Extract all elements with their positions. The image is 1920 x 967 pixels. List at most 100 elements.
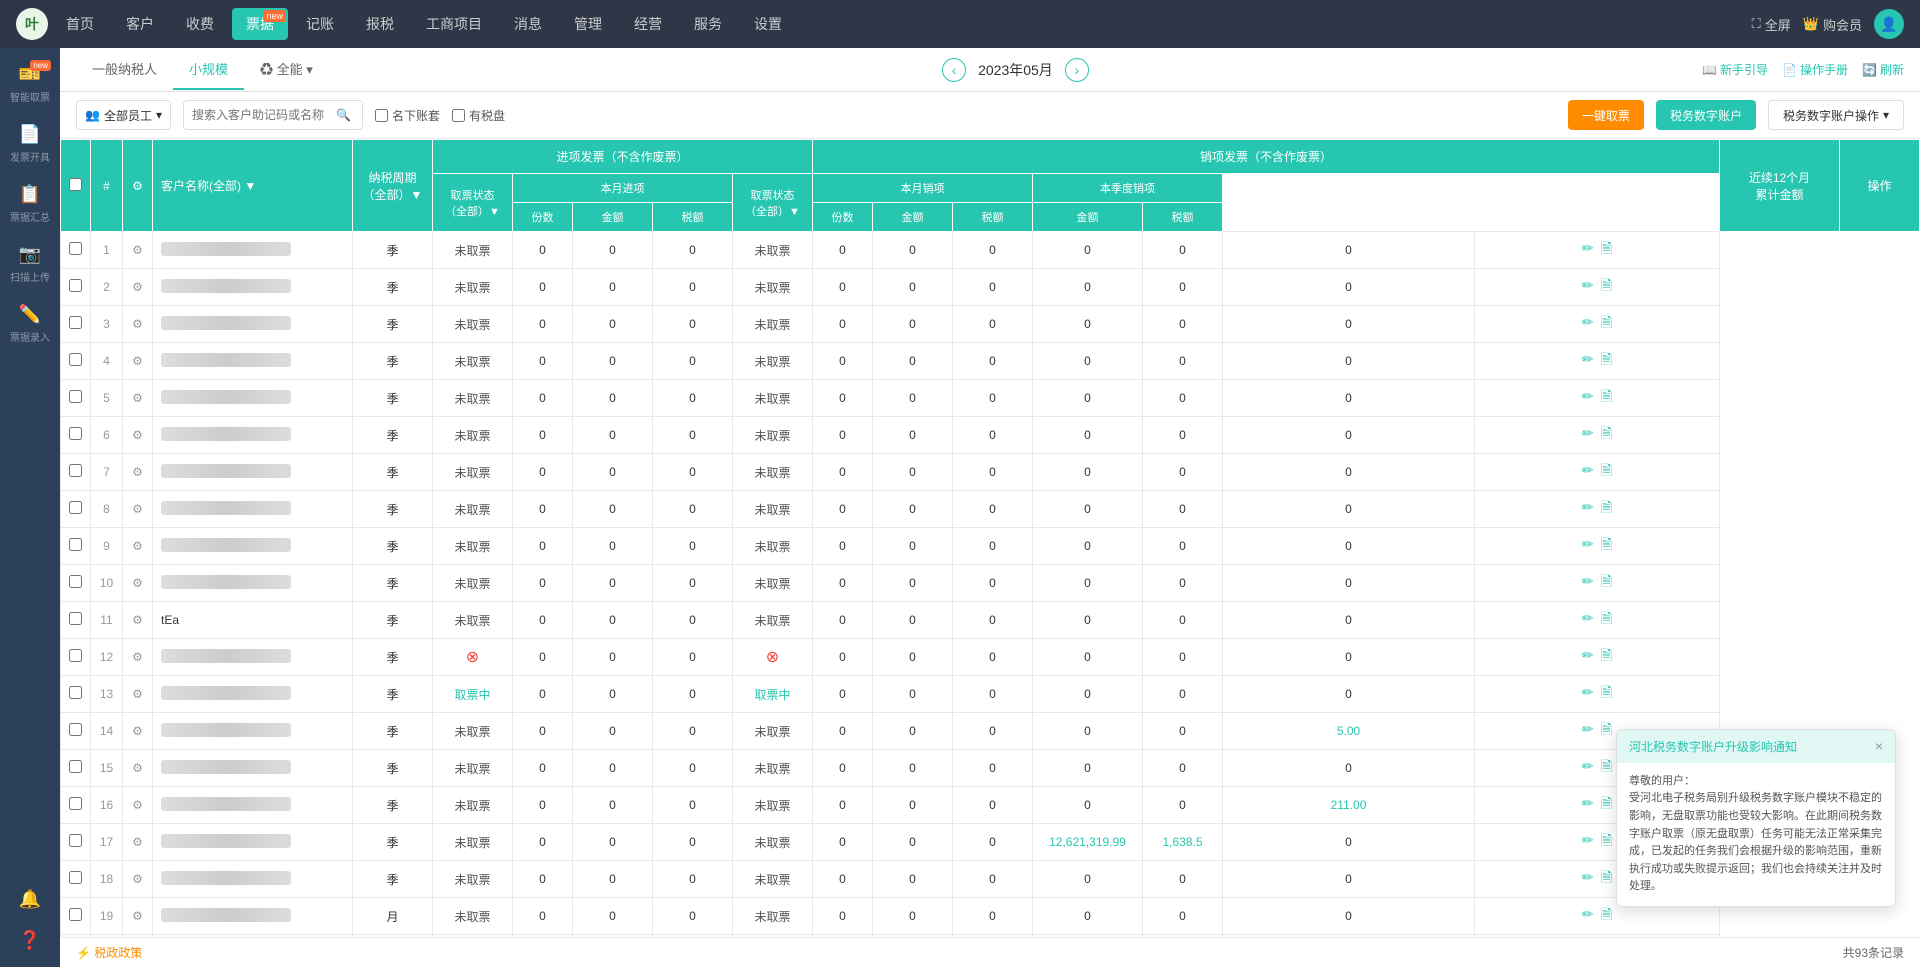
row-settings-icon[interactable]: ⚙	[132, 798, 143, 812]
nav-item-tax[interactable]: 报税	[352, 8, 408, 40]
row-checkbox[interactable]	[69, 834, 82, 847]
nav-item-home[interactable]: 首页	[52, 8, 108, 40]
edit-btn[interactable]: ✏	[1582, 499, 1594, 515]
sidebar-item-invoice-summary[interactable]: 📋 票据汇总	[3, 176, 57, 232]
row-settings-icon[interactable]: ⚙	[132, 428, 143, 442]
tax-policy-link[interactable]: ⚡ 税政政策	[76, 944, 142, 961]
edit-btn[interactable]: ✏	[1582, 647, 1594, 663]
edit-btn[interactable]: ✏	[1582, 277, 1594, 293]
row-checkbox[interactable]	[69, 390, 82, 403]
edit-btn[interactable]: ✏	[1582, 314, 1594, 330]
row-settings-icon[interactable]: ⚙	[132, 465, 143, 479]
copy-btn[interactable]: 🗎	[1601, 684, 1612, 700]
row-checkbox[interactable]	[69, 723, 82, 736]
select-all-checkbox[interactable]	[69, 178, 82, 191]
edit-btn[interactable]: ✏	[1582, 388, 1594, 404]
nav-item-operate[interactable]: 经营	[620, 8, 676, 40]
row-settings-icon[interactable]: ⚙	[132, 317, 143, 331]
row-settings-icon[interactable]: ⚙	[132, 576, 143, 590]
fullscreen-btn[interactable]: ⛶ 全屏	[1752, 15, 1791, 34]
copy-btn[interactable]: 🗎	[1601, 573, 1612, 589]
period-next-btn[interactable]: ›	[1065, 58, 1089, 82]
row-checkbox[interactable]	[69, 575, 82, 588]
edit-btn[interactable]: ✏	[1582, 610, 1594, 626]
edit-btn[interactable]: ✏	[1582, 832, 1594, 848]
edit-btn[interactable]: ✏	[1582, 240, 1594, 256]
th-fetch-status-in[interactable]: 取票状态（全部）▼	[433, 174, 513, 232]
copy-btn[interactable]: 🗎	[1601, 758, 1612, 774]
row-checkbox[interactable]	[69, 316, 82, 329]
member-btn[interactable]: 👑 购会员	[1803, 15, 1862, 34]
copy-btn[interactable]: 🗎	[1601, 795, 1612, 811]
copy-btn[interactable]: 🗎	[1601, 721, 1612, 737]
has-taxdisk-filter[interactable]: 有税盘	[452, 107, 505, 124]
th-customer[interactable]: 客户名称(全部) ▼	[153, 140, 353, 232]
edit-btn[interactable]: ✏	[1582, 462, 1594, 478]
row-settings-icon[interactable]: ⚙	[132, 243, 143, 257]
nav-item-accounting[interactable]: 记账	[292, 8, 348, 40]
row-settings-icon[interactable]: ⚙	[132, 280, 143, 294]
employee-filter[interactable]: 👥 全部员工 ▾	[76, 100, 171, 130]
row-checkbox[interactable]	[69, 612, 82, 625]
nav-item-invoice[interactable]: 票据 new	[232, 8, 288, 40]
row-settings-icon[interactable]: ⚙	[132, 613, 143, 627]
copy-btn[interactable]: 🗎	[1601, 388, 1612, 404]
row-settings-icon[interactable]: ⚙	[132, 502, 143, 516]
row-checkbox[interactable]	[69, 686, 82, 699]
nav-item-business[interactable]: 工商项目	[412, 8, 496, 40]
copy-btn[interactable]: 🗎	[1601, 314, 1612, 330]
th-fetch-status-out[interactable]: 取票状态（全部）▼	[733, 174, 813, 232]
copy-btn[interactable]: 🗎	[1601, 906, 1612, 922]
row-checkbox[interactable]	[69, 464, 82, 477]
tab-general-taxpayer[interactable]: 一般纳税人	[76, 49, 173, 90]
row-settings-icon[interactable]: ⚙	[132, 354, 143, 368]
edit-btn[interactable]: ✏	[1582, 906, 1594, 922]
row-checkbox[interactable]	[69, 649, 82, 662]
sidebar-item-help[interactable]: ❓	[3, 922, 57, 959]
row-checkbox[interactable]	[69, 871, 82, 884]
row-settings-icon[interactable]: ⚙	[132, 761, 143, 775]
manual-link[interactable]: 📄 操作手册	[1782, 61, 1848, 78]
row-settings-icon[interactable]: ⚙	[132, 539, 143, 553]
copy-btn[interactable]: 🗎	[1601, 610, 1612, 626]
edit-btn[interactable]: ✏	[1582, 758, 1594, 774]
row-checkbox[interactable]	[69, 538, 82, 551]
nav-item-messages[interactable]: 消息	[500, 8, 556, 40]
onekey-fetch-btn[interactable]: 一键取票	[1568, 100, 1644, 130]
my-account-filter[interactable]: 名下账套	[375, 107, 440, 124]
copy-btn[interactable]: 🗎	[1601, 832, 1612, 848]
copy-btn[interactable]: 🗎	[1601, 240, 1612, 256]
row-checkbox[interactable]	[69, 279, 82, 292]
search-input[interactable]	[192, 108, 332, 122]
edit-btn[interactable]: ✏	[1582, 573, 1594, 589]
sidebar-item-invoice-entry[interactable]: ✏️ 票据录入	[3, 296, 57, 352]
row-checkbox[interactable]	[69, 797, 82, 810]
digital-account-btn[interactable]: 税务数字账户	[1656, 100, 1756, 130]
my-account-checkbox[interactable]	[375, 109, 388, 122]
copy-btn[interactable]: 🗎	[1601, 351, 1612, 367]
digital-account-ops-btn[interactable]: 税务数字账户操作 ▾	[1768, 100, 1904, 130]
copy-btn[interactable]: 🗎	[1601, 462, 1612, 478]
refresh-link[interactable]: 🔄 刷新	[1862, 61, 1904, 78]
edit-btn[interactable]: ✏	[1582, 684, 1594, 700]
tab-small-scale[interactable]: 小规模	[173, 49, 244, 90]
row-checkbox[interactable]	[69, 353, 82, 366]
edit-btn[interactable]: ✏	[1582, 351, 1594, 367]
copy-btn[interactable]: 🗎	[1601, 425, 1612, 441]
row-settings-icon[interactable]: ⚙	[132, 835, 143, 849]
nav-item-service[interactable]: 服务	[680, 8, 736, 40]
guide-link[interactable]: 📖 新手引导	[1702, 61, 1768, 78]
edit-btn[interactable]: ✏	[1582, 795, 1594, 811]
nav-item-billing[interactable]: 收费	[172, 8, 228, 40]
row-settings-icon[interactable]: ⚙	[132, 687, 143, 701]
row-checkbox[interactable]	[69, 760, 82, 773]
user-avatar[interactable]: 👤	[1874, 9, 1904, 39]
copy-btn[interactable]: 🗎	[1601, 869, 1612, 885]
edit-btn[interactable]: ✏	[1582, 536, 1594, 552]
edit-btn[interactable]: ✏	[1582, 869, 1594, 885]
copy-btn[interactable]: 🗎	[1601, 647, 1612, 663]
copy-btn[interactable]: 🗎	[1601, 536, 1612, 552]
notification-close-btn[interactable]: ×	[1875, 738, 1883, 754]
sidebar-item-scan-upload[interactable]: 📷 扫描上传	[3, 236, 57, 292]
row-settings-icon[interactable]: ⚙	[132, 724, 143, 738]
